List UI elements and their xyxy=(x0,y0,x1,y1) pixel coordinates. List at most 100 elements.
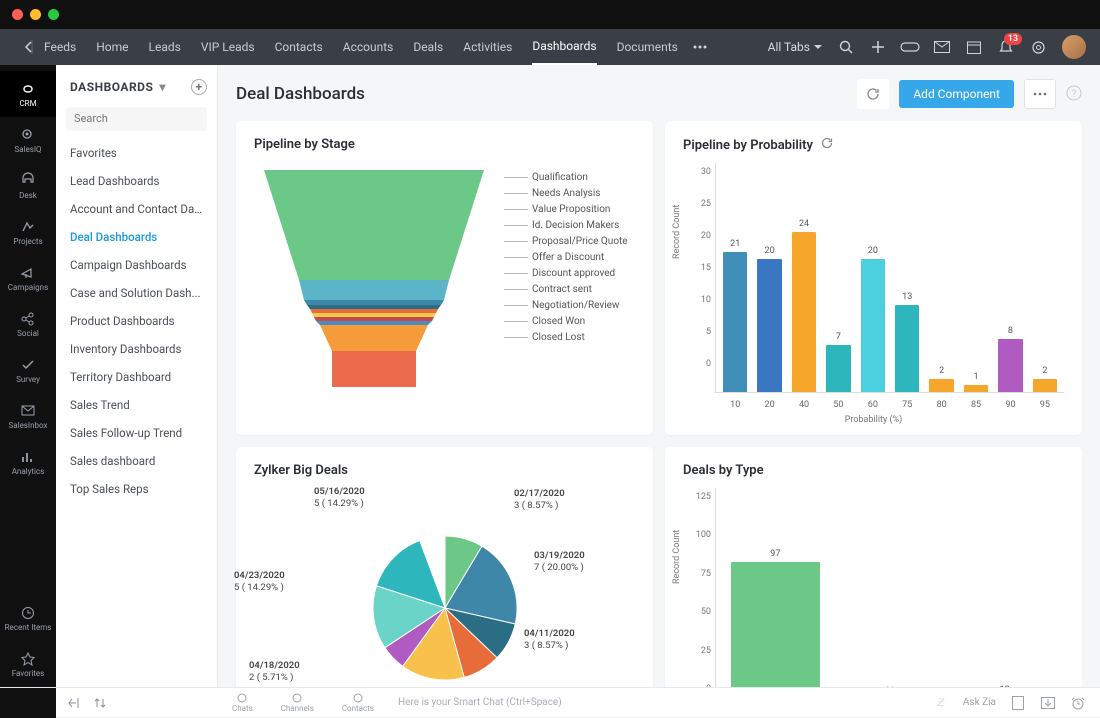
rail-item-projects[interactable]: Projects xyxy=(0,209,56,255)
pie-label: 04/11/20203 ( 8.57% ) xyxy=(524,628,575,652)
help-icon[interactable]: ? xyxy=(1066,85,1082,104)
bar[interactable]: 2 95 xyxy=(1030,366,1060,392)
search-icon[interactable] xyxy=(838,39,854,55)
funnel-legend-item: Proposal/Price Quote xyxy=(504,236,635,247)
bar[interactable]: 24 40 xyxy=(789,219,819,392)
bar[interactable]: 97 Qualified xyxy=(720,549,831,687)
ask-zia-link[interactable]: Ask Zia xyxy=(963,697,996,708)
nav-item-feeds[interactable]: Feeds xyxy=(44,29,76,65)
mail-icon[interactable] xyxy=(934,39,950,55)
bar[interactable]: 20 20 xyxy=(754,246,784,392)
refresh-icon[interactable] xyxy=(821,137,833,153)
nav-item-deals[interactable]: Deals xyxy=(413,29,443,65)
sidebar-item[interactable]: Inventory Dashboards xyxy=(56,335,217,363)
refresh-icon[interactable] xyxy=(857,79,889,109)
sidebar-item[interactable]: Account and Contact Da... xyxy=(56,195,217,223)
plus-icon[interactable] xyxy=(870,39,886,55)
rail-item-favorites[interactable]: Favorites xyxy=(0,641,56,687)
pie-label: 02/17/20203 ( 8.57% ) xyxy=(514,488,565,512)
sidebar-item[interactable]: Top Sales Reps xyxy=(56,475,217,503)
calendar-icon[interactable] xyxy=(966,39,982,55)
page-title: Deal Dashboards xyxy=(236,84,365,104)
sidebar-item[interactable]: Product Dashboards xyxy=(56,307,217,335)
add-dashboard-button[interactable]: + xyxy=(191,79,207,95)
chevron-down-icon[interactable]: ▾ xyxy=(159,80,166,94)
rail-item-desk[interactable]: Desk xyxy=(0,163,56,209)
pie-chart[interactable]: 02/17/20203 ( 8.57% ) 03/19/20207 ( 20.00… xyxy=(254,488,635,687)
traffic-light-min[interactable] xyxy=(30,9,41,20)
probability-bar-chart[interactable]: Record Count302520151050 21 10 20 20 24 … xyxy=(683,163,1064,393)
inbox-icon[interactable] xyxy=(1040,695,1056,711)
card-deals-by-type: Deals by Type Record Count1251007550250 … xyxy=(665,447,1082,687)
bar[interactable]: 11 Existing Business xyxy=(835,686,946,687)
card-pipeline-by-stage: Pipeline by Stage QualificationNeeds Ana… xyxy=(236,121,653,435)
nav-item-contacts[interactable]: Contacts xyxy=(275,29,323,65)
svg-text:?: ? xyxy=(1072,89,1077,100)
deals-by-type-bar-chart[interactable]: Record Count1251007550250 97 Qualified 1… xyxy=(683,488,1064,687)
rail-item-analytics[interactable]: Analytics xyxy=(0,439,56,485)
nav-more-icon[interactable] xyxy=(692,39,708,55)
card-title: Deals by Type xyxy=(683,463,764,478)
avatar[interactable] xyxy=(1062,35,1086,59)
sidebar-item[interactable]: Lead Dashboards xyxy=(56,167,217,195)
nav-item-leads[interactable]: Leads xyxy=(149,29,181,65)
sidebar-item[interactable]: Sales dashboard xyxy=(56,447,217,475)
bb-item-channels[interactable]: Channels xyxy=(267,692,328,713)
sidebar-search-input[interactable] xyxy=(66,107,207,131)
bb-item-chats[interactable]: Chats xyxy=(218,692,267,713)
gear-icon[interactable] xyxy=(1030,39,1046,55)
rail-item-salesiq[interactable]: SalesIQ xyxy=(0,117,56,163)
rail-item-crm[interactable]: CRM xyxy=(0,71,56,117)
pie-label: 03/19/20207 ( 20.00% ) xyxy=(534,550,585,574)
sort-icon[interactable] xyxy=(92,695,108,711)
note-icon[interactable] xyxy=(1010,695,1026,711)
more-options-button[interactable] xyxy=(1024,79,1056,109)
nav-item-activities[interactable]: Activities xyxy=(463,29,512,65)
nav-item-home[interactable]: Home xyxy=(96,29,128,65)
bar[interactable]: 8 90 xyxy=(995,326,1025,392)
rail-item-recent-items[interactable]: Recent Items xyxy=(0,595,56,641)
bar[interactable]: 1 85 xyxy=(961,372,991,392)
bell-icon[interactable]: 13 xyxy=(998,39,1014,55)
gamepad-icon[interactable] xyxy=(902,39,918,55)
funnel-legend-item: Closed Won xyxy=(504,316,635,327)
add-component-button[interactable]: Add Component xyxy=(899,80,1014,108)
smart-chat-input[interactable]: Here is your Smart Chat (Ctrl+Space) xyxy=(398,697,933,708)
bar[interactable]: 21 10 xyxy=(720,239,750,392)
card-pipeline-by-probability: Pipeline by Probability Record Count3025… xyxy=(665,121,1082,435)
nav-item-accounts[interactable]: Accounts xyxy=(343,29,394,65)
bar[interactable]: 20 60 xyxy=(858,246,888,392)
bb-item-contacts[interactable]: Contacts xyxy=(328,692,388,713)
bar[interactable]: 2 80 xyxy=(926,366,956,392)
collapse-icon[interactable] xyxy=(66,695,82,711)
nav-item-dashboards[interactable]: Dashboards xyxy=(532,29,596,65)
nav-item-documents[interactable]: Documents xyxy=(617,29,678,65)
dashboards-sidebar: DASHBOARDS ▾ + FavoritesLead DashboardsA… xyxy=(56,65,218,687)
funnel-chart[interactable] xyxy=(254,166,494,386)
traffic-light-max[interactable] xyxy=(48,9,59,20)
bar[interactable]: 7 50 xyxy=(823,332,853,392)
funnel-legend-item: Negotiation/Review xyxy=(504,300,635,311)
sidebar-item[interactable]: Sales Trend xyxy=(56,391,217,419)
sidebar-item[interactable]: Case and Solution Dash... xyxy=(56,279,217,307)
sidebar-item[interactable]: Territory Dashboard xyxy=(56,363,217,391)
traffic-light-close[interactable] xyxy=(12,9,23,20)
rail-item-campaigns[interactable]: Campaigns xyxy=(0,255,56,301)
sidebar-item[interactable]: Sales Follow-up Trend xyxy=(56,419,217,447)
sidebar-item[interactable]: Deal Dashboards xyxy=(56,223,217,251)
rail-item-salesinbox[interactable]: SalesInbox xyxy=(0,393,56,439)
clock-icon[interactable] xyxy=(1070,695,1086,711)
zia-icon[interactable]: Ƶ xyxy=(933,695,949,711)
bottom-bar: ChatsChannelsContacts Here is your Smart… xyxy=(0,687,1100,717)
bar[interactable]: 12 New Business xyxy=(949,685,1060,687)
rail-item-survey[interactable]: Survey xyxy=(0,347,56,393)
sidebar-item[interactable]: Campaign Dashboards xyxy=(56,251,217,279)
back-icon[interactable] xyxy=(14,39,44,55)
bar[interactable]: 13 75 xyxy=(892,292,922,392)
card-title: Zylker Big Deals xyxy=(254,463,348,478)
sidebar-title: DASHBOARDS xyxy=(70,80,153,94)
all-tabs-dropdown[interactable]: All Tabs xyxy=(768,40,822,54)
sidebar-item[interactable]: Favorites xyxy=(56,139,217,167)
rail-item-social[interactable]: Social xyxy=(0,301,56,347)
nav-item-vip-leads[interactable]: VIP Leads xyxy=(201,29,255,65)
